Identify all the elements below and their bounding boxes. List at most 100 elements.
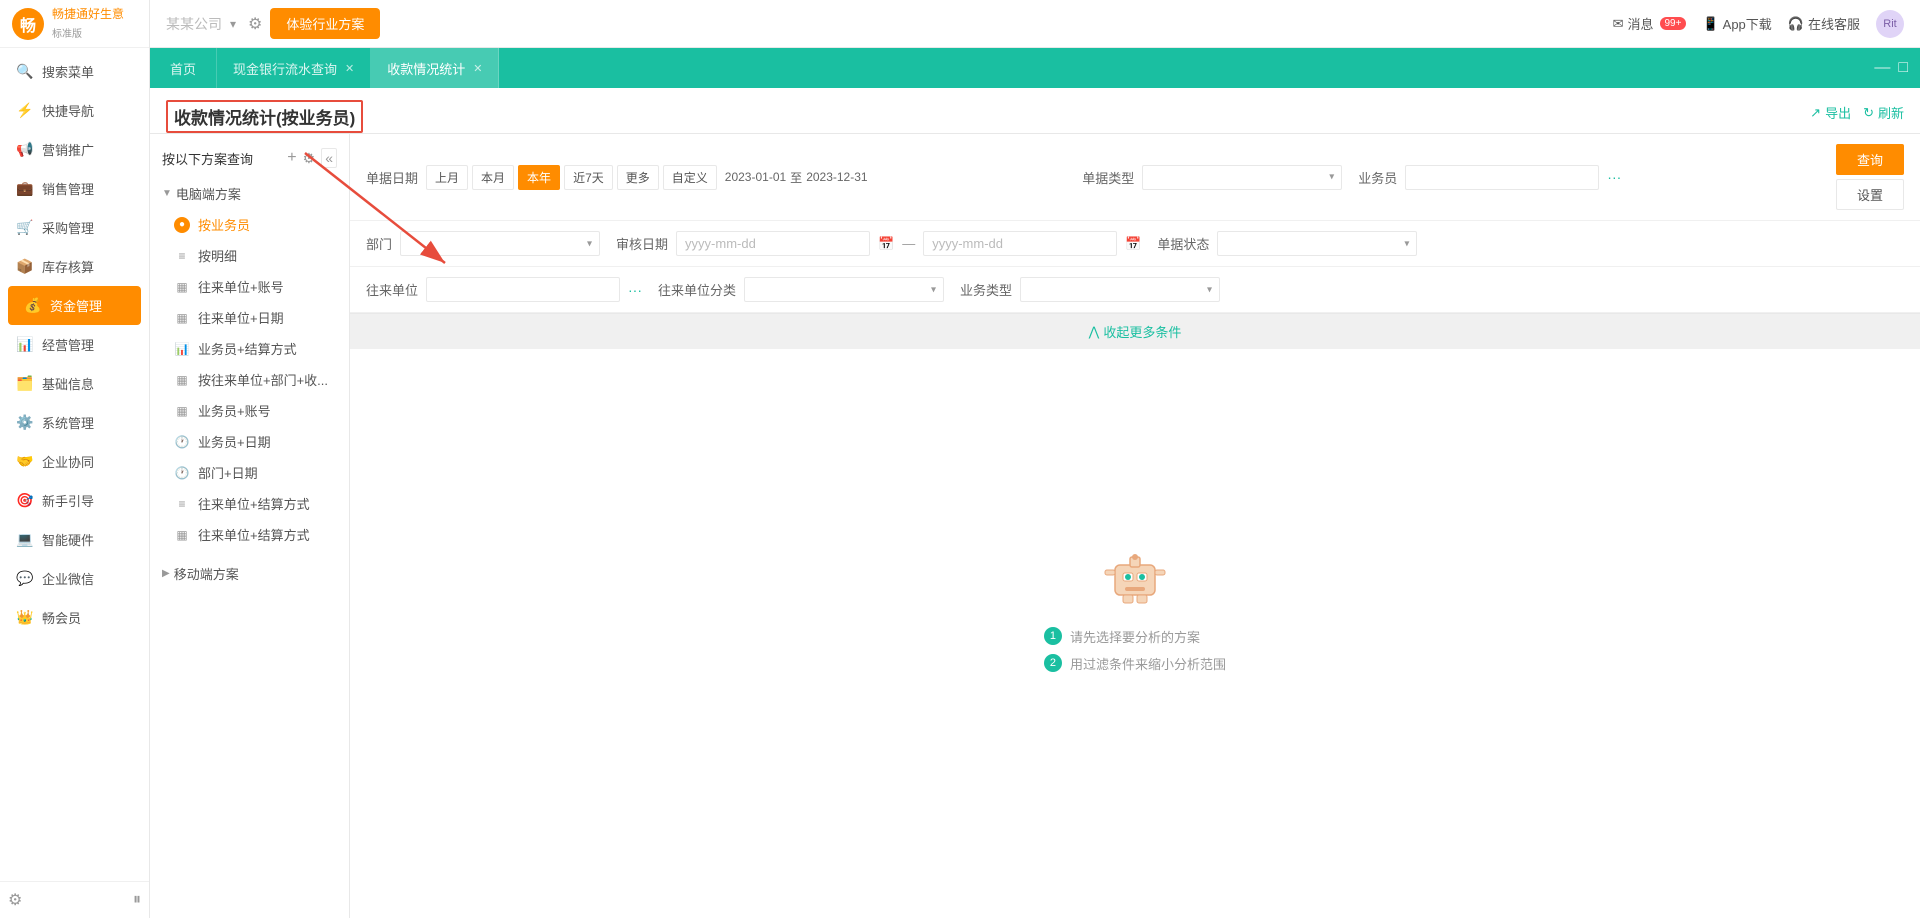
- salesman-input[interactable]: [1405, 165, 1599, 190]
- biz-type-select[interactable]: [1020, 277, 1220, 302]
- doc-type-select[interactable]: [1142, 165, 1342, 190]
- scheme-panel: 按以下方案查询 + ⚙ « ▼ 电脑端方案 ● 按业务员: [150, 134, 350, 918]
- counterpart-more-icon[interactable]: ···: [628, 282, 642, 298]
- doc-status-label: 单据状态: [1157, 234, 1209, 253]
- scheme-item-label: 部门+日期: [198, 463, 258, 482]
- scheme-item-salesman-settle[interactable]: 📊 业务员+结算方式: [150, 333, 349, 364]
- list-icon: ≡: [174, 248, 190, 264]
- setting-button[interactable]: 设置: [1836, 179, 1904, 210]
- scheme-item-by-salesman[interactable]: ● 按业务员: [150, 209, 349, 240]
- scheme-add-icon[interactable]: +: [287, 149, 296, 167]
- sidebar-item-sales[interactable]: 💼 销售管理: [0, 169, 149, 208]
- user-avatar[interactable]: Rit: [1876, 10, 1904, 38]
- doc-status-select[interactable]: [1217, 231, 1417, 256]
- settings-icon[interactable]: ⚙: [8, 890, 22, 910]
- dash-separator: —: [902, 236, 915, 251]
- scheme-group-desktop-title[interactable]: ▼ 电脑端方案: [150, 178, 349, 209]
- tab-home[interactable]: 首页: [150, 48, 217, 88]
- sidebar-item-hardware[interactable]: 💻 智能硬件: [0, 520, 149, 559]
- trial-button[interactable]: 体验行业方案: [270, 8, 380, 39]
- topbar: 某某公司 ▾ ⚙ 体验行业方案 ✉ 消息 99+ 📱 App下载 🎧 在线客服 …: [150, 0, 1920, 48]
- counterpart-type-select[interactable]: [744, 277, 944, 302]
- empty-robot-image: [1095, 535, 1175, 615]
- sidebar-item-label: 搜索菜单: [42, 62, 94, 81]
- export-button[interactable]: ↗ 导出: [1810, 103, 1851, 122]
- scheme-group-label: 电脑端方案: [176, 184, 241, 203]
- filter-row-3: 往来单位 ··· 往来单位分类 业务类型: [350, 267, 1920, 313]
- date-btn-more[interactable]: 更多: [617, 165, 659, 190]
- calendar-icon-to[interactable]: 📅: [1125, 236, 1141, 252]
- date-btn-7days[interactable]: 近7天: [564, 165, 613, 190]
- date-btn-this-year[interactable]: 本年: [518, 165, 560, 190]
- review-date-to-input[interactable]: [923, 231, 1117, 256]
- tab-maximize-icon[interactable]: □: [1898, 59, 1908, 77]
- bar-icon: 📊: [174, 341, 190, 357]
- active-dot-icon: ●: [174, 217, 190, 233]
- dept-select-wrap: [400, 231, 600, 256]
- scheme-item-unit-dept-recv[interactable]: ▦ 按往来单位+部门+收...: [150, 364, 349, 395]
- tab-minimize-icon[interactable]: —: [1874, 59, 1890, 77]
- review-date-from-input[interactable]: [676, 231, 870, 256]
- sidebar-item-finance[interactable]: 💰 资金管理: [8, 286, 141, 325]
- sidebar-item-purchase[interactable]: 🛒 采购管理: [0, 208, 149, 247]
- tab-receipt-stat-close[interactable]: ✕: [473, 62, 482, 75]
- sidebar-item-inventory[interactable]: 📦 库存核算: [0, 247, 149, 286]
- corp-icon: 🤝: [16, 453, 34, 471]
- scheme-item-unit-account[interactable]: ▦ 往来单位+账号: [150, 271, 349, 302]
- collapse-bar[interactable]: ⋀ 收起更多条件: [350, 313, 1920, 349]
- counterpart-input[interactable]: [426, 277, 620, 302]
- sidebar-item-member[interactable]: 👑 畅会员: [0, 598, 149, 637]
- scheme-item-label: 按明细: [198, 246, 237, 265]
- dept-select[interactable]: [400, 231, 600, 256]
- message-label: 消息: [1627, 14, 1653, 33]
- app-download-button[interactable]: 📱 App下载: [1702, 14, 1771, 33]
- content-body: 按以下方案查询 + ⚙ « ▼ 电脑端方案 ● 按业务员: [150, 134, 1920, 918]
- topbar-gear-icon[interactable]: ⚙: [248, 14, 262, 34]
- scheme-item-unit-settle1[interactable]: ≡ 往来单位+结算方式: [150, 488, 349, 519]
- tab-bank-flow-close[interactable]: ✕: [345, 62, 354, 75]
- date-shortcuts: 上月 本月 本年 近7天 更多 自定义: [426, 165, 717, 190]
- scheme-collapse-icon[interactable]: «: [321, 148, 337, 168]
- doc-type-select-wrap: [1142, 165, 1342, 190]
- sidebar-item-search-menu[interactable]: 🔍 搜索菜单: [0, 52, 149, 91]
- collapse-icon[interactable]: ⏸: [133, 891, 141, 909]
- sidebar-item-business[interactable]: 📊 经营管理: [0, 325, 149, 364]
- query-button[interactable]: 查询: [1836, 144, 1904, 175]
- sidebar-item-wechat[interactable]: 💬 企业微信: [0, 559, 149, 598]
- biz-type-select-wrap: [1020, 277, 1220, 302]
- salesman-more-icon[interactable]: ···: [1607, 169, 1621, 185]
- tab-bank-flow[interactable]: 现金银行流水查询 ✕: [217, 48, 371, 88]
- sidebar-item-guide[interactable]: 🎯 新手引导: [0, 481, 149, 520]
- scheme-item-dept-date[interactable]: 🕐 部门+日期: [150, 457, 349, 488]
- sidebar-item-base[interactable]: 🗂️ 基础信息: [0, 364, 149, 403]
- quick-nav-icon: ⚡: [16, 102, 34, 120]
- sidebar-item-system[interactable]: ⚙️ 系统管理: [0, 403, 149, 442]
- filter-row-1: 单据日期 上月 本月 本年 近7天 更多 自定义 2023-01-01 至 20…: [350, 134, 1920, 221]
- topbar-right: ✉ 消息 99+ 📱 App下载 🎧 在线客服 Rit: [1613, 10, 1904, 38]
- refresh-button[interactable]: ↻ 刷新: [1863, 103, 1904, 122]
- date-btn-last-month[interactable]: 上月: [426, 165, 468, 190]
- scheme-item-unit-date[interactable]: ▦ 往来单位+日期: [150, 302, 349, 333]
- workspace-name: 某某公司: [166, 14, 222, 34]
- calendar-icon-from[interactable]: 📅: [878, 236, 894, 252]
- app-logo: 畅 畅捷通好生意 标准版: [0, 0, 149, 48]
- scheme-item-salesman-date[interactable]: 🕐 业务员+日期: [150, 426, 349, 457]
- scheme-item-unit-settle2[interactable]: ▦ 往来单位+结算方式: [150, 519, 349, 550]
- sidebar-item-quick-nav[interactable]: ⚡ 快捷导航: [0, 91, 149, 130]
- guide-icon: 🎯: [16, 492, 34, 510]
- sidebar-item-marketing[interactable]: 📢 营销推广: [0, 130, 149, 169]
- scheme-gear-icon[interactable]: ⚙: [303, 150, 316, 167]
- date-btn-custom[interactable]: 自定义: [663, 165, 717, 190]
- collapse-up-icon: ⋀: [1089, 324, 1100, 340]
- workspace-dropdown-icon[interactable]: ▾: [230, 17, 236, 31]
- scheme-item-by-mingxi[interactable]: ≡ 按明细: [150, 240, 349, 271]
- sidebar-item-corp[interactable]: 🤝 企业协同: [0, 442, 149, 481]
- date-btn-this-month[interactable]: 本月: [472, 165, 514, 190]
- doc-status-filter: 单据状态: [1157, 231, 1417, 256]
- list2-icon: ≡: [174, 496, 190, 512]
- tab-receipt-stat[interactable]: 收款情况统计 ✕: [371, 48, 499, 88]
- scheme-item-salesman-account[interactable]: ▦ 业务员+账号: [150, 395, 349, 426]
- message-button[interactable]: ✉ 消息 99+: [1613, 14, 1687, 33]
- online-service-button[interactable]: 🎧 在线客服: [1788, 14, 1860, 33]
- scheme-group-mobile-title[interactable]: ▶ 移动端方案: [150, 558, 349, 589]
